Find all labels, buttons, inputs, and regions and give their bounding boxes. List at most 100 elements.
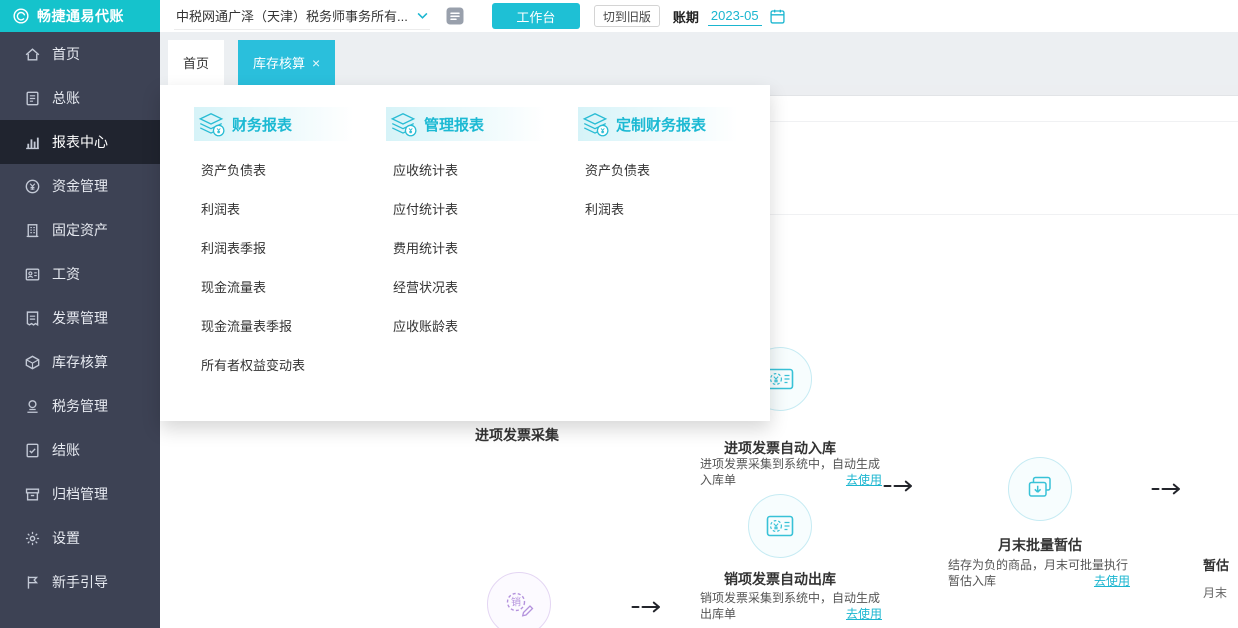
brand-logo-icon	[12, 7, 30, 25]
workflow-step-title: 进项发票采集	[475, 427, 559, 443]
menu-item[interactable]: 利润表季报	[194, 228, 362, 267]
sidebar-nav: 首页总账报表中心资金管理固定资产工资发票管理库存核算税务管理结账归档管理设置新手…	[0, 32, 160, 604]
menu-column: 管理报表应收统计表 应付统计表 费用统计表 经营状况表 应收账龄表	[386, 107, 554, 421]
sidebar-item-tax[interactable]: 税务管理	[0, 384, 160, 428]
sidebar-item-report-center[interactable]: 报表中心	[0, 120, 160, 164]
sidebar-item-funds[interactable]: 资金管理	[0, 164, 160, 208]
arrow-right-icon	[630, 598, 664, 616]
period-label: 账期	[672, 9, 699, 25]
menu-item[interactable]: 现金流量表季报	[194, 306, 362, 345]
menu-item[interactable]: 资产负债表	[194, 150, 362, 189]
menu-section-title: 财务报表	[232, 116, 293, 134]
period-value[interactable]: 2023-05	[707, 6, 762, 26]
sidebar-item-settings[interactable]: 设置	[0, 516, 160, 560]
menu-item[interactable]: 应收账龄表	[386, 306, 554, 345]
svg-text:销: 销	[511, 596, 521, 609]
sidebar-item-guide[interactable]: 新手引导	[0, 560, 160, 604]
sidebar-item-label: 税务管理	[52, 398, 108, 414]
tax-icon	[24, 398, 41, 415]
sidebar-item-archive[interactable]: 归档管理	[0, 472, 160, 516]
menu-item-list: 资产负债表 利润表 利润表季报 现金流量表 现金流量表季报 所有者权益变动表	[194, 150, 362, 384]
sidebar-item-label: 总账	[52, 90, 80, 106]
workflow-step-desc: 进项发票采集到系统中，自动生成入库单 去使用	[700, 456, 884, 488]
company-selector[interactable]: 中税网通广泽（天津）税务师事务所有...	[174, 2, 430, 30]
brand-name: 畅捷通易代账	[37, 8, 124, 24]
sidebar-item-general-ledger[interactable]: 总账	[0, 76, 160, 120]
mega-menu: 财务报表 资产负债表 利润表 利润表季报 现金流量表 现金流量表季报 所有者权益变动表 管理报…	[160, 85, 770, 421]
workflow-step-desc: 销项发票采集到系统中，自动生成出库单 去使用	[700, 590, 884, 622]
sidebar-item-label: 工资	[52, 266, 80, 282]
menu-item[interactable]: 应付统计表	[386, 189, 554, 228]
menu-item-list: 资产负债表 利润表	[578, 150, 746, 228]
menu-column: 财务报表资产负债表 利润表 利润表季报 现金流量表 现金流量表季报 所有者权益变动表	[194, 107, 362, 421]
sales-edit-icon: 销	[502, 587, 536, 621]
sidebar-item-home[interactable]: 首页	[0, 32, 160, 76]
clipboard-icon[interactable]	[444, 5, 466, 27]
menu-section-header: 财务报表	[194, 107, 362, 141]
use-link[interactable]: 去使用	[846, 472, 882, 488]
sidebar-item-label: 新手引导	[52, 574, 108, 590]
tab-inventory[interactable]: 库存核算 ×	[238, 40, 336, 85]
auto-out-circle	[748, 494, 812, 558]
fund-icon	[24, 178, 41, 195]
report-stack-icon	[581, 110, 609, 138]
asset-icon	[24, 222, 41, 239]
app-root: { "accent": "#1ec0d5", "brand": { "logo_…	[0, 0, 1238, 628]
menu-section-header: 定制财务报表	[578, 107, 746, 141]
workflow-step-desc: 结存为负的商品，月末可批量执行暂估入库 去使用	[948, 557, 1132, 589]
payroll-icon	[24, 266, 41, 283]
batch-estimate-icon	[1023, 472, 1057, 506]
menu-item[interactable]: 利润表	[194, 189, 362, 228]
arrow-right-icon	[1150, 480, 1184, 498]
sidebar-item-closing[interactable]: 结账	[0, 428, 160, 472]
menu-item[interactable]: 所有者权益变动表	[194, 345, 362, 384]
sidebar-item-label: 设置	[52, 530, 80, 546]
report-icon	[24, 134, 41, 151]
sidebar-item-label: 库存核算	[52, 354, 108, 370]
calendar-icon[interactable]	[769, 8, 786, 25]
sidebar-item-fixed-assets[interactable]: 固定资产	[0, 208, 160, 252]
batch-circle	[1008, 457, 1072, 521]
guide-icon	[24, 574, 41, 591]
workflow-step-clipped: 暂估 月末	[1203, 555, 1229, 601]
menu-item[interactable]: 经营状况表	[386, 267, 554, 306]
menu-item-list: 应收统计表 应付统计表 费用统计表 经营状况表 应收账龄表	[386, 150, 554, 345]
menu-item[interactable]: 应收统计表	[386, 150, 554, 189]
sidebar-item-label: 发票管理	[52, 310, 108, 326]
arrow-right-icon	[882, 477, 916, 495]
invoice-icon	[24, 310, 41, 327]
sidebar-item-label: 首页	[52, 46, 80, 62]
tab-bar: 首页 库存核算 ×	[160, 32, 1238, 85]
sidebar: 畅捷通易代账 首页总账报表中心资金管理固定资产工资发票管理库存核算税务管理结账归…	[0, 0, 160, 628]
archive-icon	[24, 486, 41, 503]
tab-label: 首页	[183, 56, 210, 71]
home-icon	[24, 46, 41, 63]
invoice-out-icon	[763, 509, 797, 543]
report-stack-icon	[389, 110, 417, 138]
menu-item[interactable]: 利润表	[578, 189, 746, 228]
sidebar-item-label: 报表中心	[52, 134, 108, 150]
sidebar-item-inventory[interactable]: 库存核算	[0, 340, 160, 384]
tab-home[interactable]: 首页	[168, 40, 225, 85]
sidebar-item-invoice[interactable]: 发票管理	[0, 296, 160, 340]
use-link[interactable]: 去使用	[1094, 573, 1130, 589]
sidebar-item-label: 资金管理	[52, 178, 108, 194]
workflow-step-title: 暂估	[1203, 558, 1230, 573]
menu-item[interactable]: 费用统计表	[386, 228, 554, 267]
close-icon[interactable]: ×	[312, 56, 320, 70]
sales-invoice-collect-circle: 销	[487, 572, 551, 628]
use-link[interactable]: 去使用	[846, 606, 882, 622]
workbench-button[interactable]: 工作台	[491, 3, 580, 29]
menu-column: 定制财务报表资产负债表 利润表	[578, 107, 746, 421]
switch-version-button[interactable]: 切到旧版	[593, 5, 660, 27]
chevron-down-icon	[417, 12, 428, 20]
sidebar-item-label: 固定资产	[52, 222, 108, 238]
sidebar-item-label: 归档管理	[52, 486, 108, 502]
workflow-step-desc: 月末	[1203, 586, 1228, 600]
menu-item[interactable]: 资产负债表	[578, 150, 746, 189]
workflow-step-title: 进项发票自动入库	[724, 440, 836, 456]
menu-item[interactable]: 现金流量表	[194, 267, 362, 306]
report-stack-icon	[197, 110, 225, 138]
sidebar-item-payroll[interactable]: 工资	[0, 252, 160, 296]
menu-section-header: 管理报表	[386, 107, 554, 141]
